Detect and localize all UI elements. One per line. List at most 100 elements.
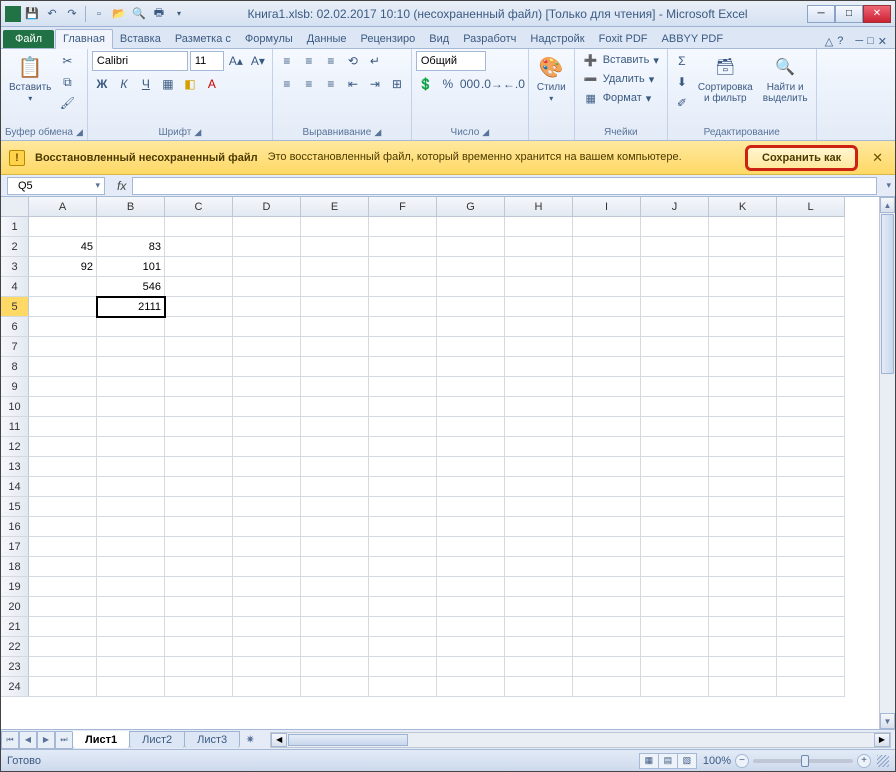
- cell[interactable]: [709, 557, 777, 577]
- cell[interactable]: [233, 257, 301, 277]
- zoom-slider[interactable]: [753, 759, 853, 763]
- cell[interactable]: [709, 637, 777, 657]
- cell[interactable]: [777, 657, 845, 677]
- horizontal-scrollbar[interactable]: ◀ ▶: [270, 732, 891, 748]
- cell[interactable]: 2111: [97, 297, 165, 317]
- cells-area[interactable]: 4583921015462111: [29, 217, 879, 729]
- cell[interactable]: [505, 497, 573, 517]
- cell[interactable]: [233, 557, 301, 577]
- font-launcher-icon[interactable]: ◢: [194, 127, 201, 138]
- tab-formulas[interactable]: Формулы: [238, 30, 300, 48]
- cell[interactable]: [709, 377, 777, 397]
- cell[interactable]: [233, 537, 301, 557]
- cell[interactable]: [369, 677, 437, 697]
- doc-close-icon[interactable]: ✕: [878, 35, 887, 48]
- bold-button[interactable]: Ж: [92, 74, 112, 94]
- increase-decimal-icon[interactable]: .0→: [482, 74, 502, 94]
- cell[interactable]: [97, 477, 165, 497]
- cell[interactable]: [301, 357, 369, 377]
- cell[interactable]: [573, 377, 641, 397]
- cell[interactable]: [437, 497, 505, 517]
- cell[interactable]: 92: [29, 257, 97, 277]
- cell[interactable]: [573, 637, 641, 657]
- cell[interactable]: [709, 437, 777, 457]
- insert-cells-button[interactable]: ➕Вставить ▾: [579, 51, 663, 69]
- row-header[interactable]: 22: [1, 637, 29, 657]
- cell[interactable]: [369, 617, 437, 637]
- align-left-icon[interactable]: ≡: [277, 74, 297, 94]
- column-header[interactable]: B: [97, 197, 165, 217]
- cell[interactable]: [709, 297, 777, 317]
- align-launcher-icon[interactable]: ◢: [374, 127, 381, 138]
- cell[interactable]: [165, 517, 233, 537]
- row-header[interactable]: 13: [1, 457, 29, 477]
- cell[interactable]: [777, 317, 845, 337]
- cell[interactable]: [641, 337, 709, 357]
- comma-icon[interactable]: 000: [460, 74, 480, 94]
- cell[interactable]: [573, 557, 641, 577]
- cell[interactable]: [505, 537, 573, 557]
- cell[interactable]: [777, 257, 845, 277]
- cell[interactable]: 45: [29, 237, 97, 257]
- fill-color-icon[interactable]: ◧: [180, 74, 200, 94]
- open-icon[interactable]: 📂: [110, 5, 128, 23]
- cell[interactable]: [641, 317, 709, 337]
- orientation-icon[interactable]: ⟲: [343, 51, 363, 71]
- doc-minimize-icon[interactable]: ─: [855, 35, 863, 48]
- cell[interactable]: [573, 317, 641, 337]
- cell[interactable]: [233, 517, 301, 537]
- font-name-select[interactable]: [92, 51, 188, 71]
- cell[interactable]: [437, 477, 505, 497]
- cell[interactable]: [301, 337, 369, 357]
- row-header[interactable]: 9: [1, 377, 29, 397]
- cell[interactable]: [165, 477, 233, 497]
- cell[interactable]: [437, 537, 505, 557]
- page-layout-view-icon[interactable]: ▤: [658, 753, 678, 769]
- cell[interactable]: [573, 477, 641, 497]
- cell[interactable]: [165, 277, 233, 297]
- fx-icon[interactable]: fx: [111, 179, 132, 193]
- new-sheet-icon[interactable]: ✷: [240, 733, 260, 746]
- cell[interactable]: [709, 577, 777, 597]
- increase-font-icon[interactable]: A▴: [226, 51, 246, 71]
- format-painter-icon[interactable]: 🖌: [57, 93, 77, 113]
- cell[interactable]: [437, 417, 505, 437]
- cell[interactable]: [505, 677, 573, 697]
- find-select-button[interactable]: 🔍 Найти и выделить: [759, 51, 812, 106]
- column-header[interactable]: C: [165, 197, 233, 217]
- cell[interactable]: [505, 237, 573, 257]
- cell[interactable]: [97, 217, 165, 237]
- cell[interactable]: [777, 397, 845, 417]
- cell[interactable]: [641, 377, 709, 397]
- first-sheet-icon[interactable]: ⏮: [1, 731, 19, 749]
- cell[interactable]: [165, 377, 233, 397]
- tab-insert[interactable]: Вставка: [113, 30, 168, 48]
- help-icon[interactable]: ?: [837, 35, 843, 48]
- cell[interactable]: [369, 537, 437, 557]
- cell[interactable]: [777, 217, 845, 237]
- cell[interactable]: [233, 617, 301, 637]
- cell[interactable]: [29, 317, 97, 337]
- cell[interactable]: [29, 537, 97, 557]
- cell[interactable]: [165, 257, 233, 277]
- cell[interactable]: [301, 217, 369, 237]
- cell[interactable]: [709, 477, 777, 497]
- cell[interactable]: [777, 617, 845, 637]
- cell[interactable]: [301, 617, 369, 637]
- tab-view[interactable]: Вид: [422, 30, 456, 48]
- cell[interactable]: [165, 457, 233, 477]
- page-break-view-icon[interactable]: ▧: [677, 753, 697, 769]
- cell[interactable]: 101: [97, 257, 165, 277]
- cell[interactable]: [709, 457, 777, 477]
- cell[interactable]: [97, 457, 165, 477]
- paste-button[interactable]: 📋 Вставить ▾: [5, 51, 55, 105]
- cell[interactable]: [777, 417, 845, 437]
- sheet-tab-1[interactable]: Лист1: [72, 731, 130, 748]
- cell[interactable]: [573, 237, 641, 257]
- cell[interactable]: [369, 397, 437, 417]
- cell[interactable]: [505, 397, 573, 417]
- font-size-select[interactable]: [190, 51, 224, 71]
- cell[interactable]: [97, 497, 165, 517]
- cell[interactable]: [641, 517, 709, 537]
- cell[interactable]: [437, 657, 505, 677]
